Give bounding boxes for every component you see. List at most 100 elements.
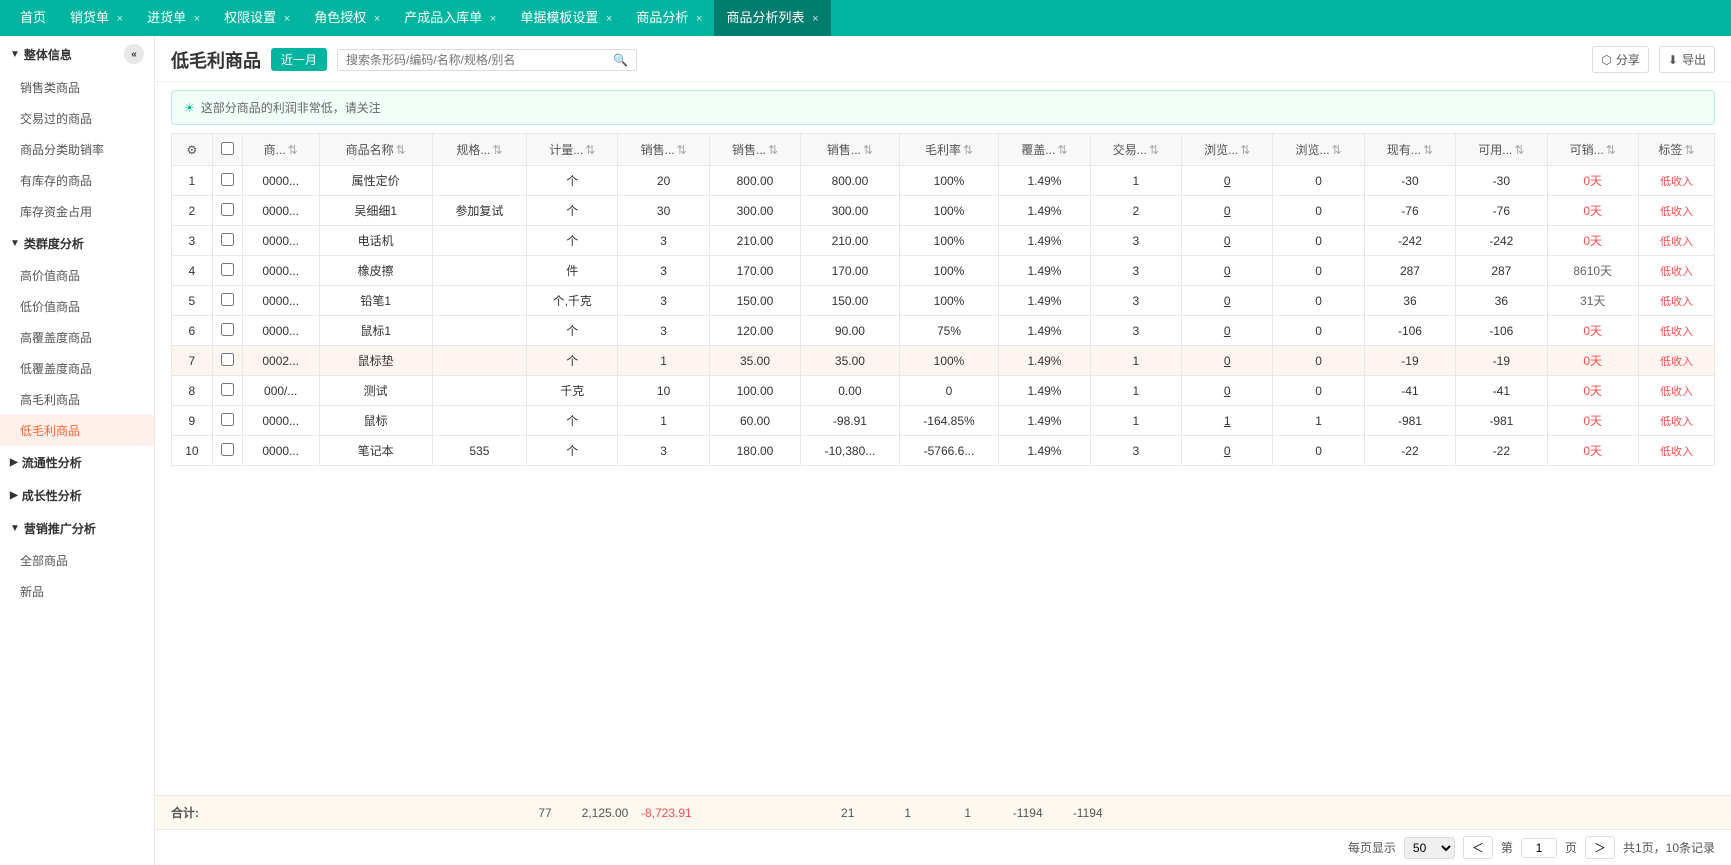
row-checkbox[interactable] — [212, 376, 242, 406]
close-sales-icon[interactable]: × — [117, 13, 123, 25]
th-code[interactable]: 商...⇅ — [242, 134, 319, 166]
th-browse1[interactable]: 浏览...⇅ — [1182, 134, 1273, 166]
collapse-sidebar-btn[interactable]: « — [124, 44, 144, 64]
nav-purchase[interactable]: 进货单 × — [135, 0, 212, 36]
th-tag[interactable]: 标签⇅ — [1638, 134, 1714, 166]
row-browse1[interactable]: 0 — [1182, 256, 1273, 286]
row-sales-qty: 1 — [618, 346, 709, 376]
row-browse1[interactable]: 0 — [1182, 376, 1273, 406]
row-checkbox[interactable] — [212, 346, 242, 376]
sidebar-group-overall[interactable]: ▼ 整体信息 « — [0, 36, 154, 72]
close-purchase-icon[interactable]: × — [194, 13, 200, 25]
nav-product-entry[interactable]: 产成品入库单 × — [392, 0, 508, 36]
row-sales-qty: 3 — [618, 256, 709, 286]
sidebar-item-new-products[interactable]: 新品 — [0, 576, 154, 607]
th-unit[interactable]: 计量...⇅ — [527, 134, 618, 166]
th-gross-margin[interactable]: 毛利率⇅ — [899, 134, 999, 166]
row-browse1[interactable]: 0 — [1182, 436, 1273, 466]
row-browse1[interactable]: 1 — [1182, 406, 1273, 436]
sidebar-group-marketing[interactable]: ▼ 营销推广分析 — [0, 512, 154, 545]
sidebar-item-sales-products[interactable]: 销售类商品 — [0, 72, 154, 103]
search-icon[interactable]: 🔍 — [613, 53, 628, 67]
close-permissions-icon[interactable]: × — [284, 13, 290, 25]
th-browse2[interactable]: 浏览...⇅ — [1273, 134, 1364, 166]
nav-home[interactable]: 首页 — [8, 0, 58, 36]
row-browse1[interactable]: 0 — [1182, 196, 1273, 226]
sidebar-item-traded-products[interactable]: 交易过的商品 — [0, 103, 154, 134]
row-select-checkbox[interactable] — [221, 413, 234, 426]
th-sales-price[interactable]: 销售...⇅ — [709, 134, 800, 166]
nav-product-analysis[interactable]: 商品分析 × — [624, 0, 714, 36]
sidebar-item-high-coverage[interactable]: 高覆盖度商品 — [0, 322, 154, 353]
row-checkbox[interactable] — [212, 196, 242, 226]
nav-roles[interactable]: 角色授权 × — [302, 0, 392, 36]
row-select-checkbox[interactable] — [221, 353, 234, 366]
row-select-checkbox[interactable] — [221, 263, 234, 276]
th-name[interactable]: 商品名称⇅ — [319, 134, 432, 166]
row-checkbox[interactable] — [212, 286, 242, 316]
th-checkbox[interactable] — [212, 134, 242, 166]
sidebar-item-low-value[interactable]: 低价值商品 — [0, 291, 154, 322]
select-all-checkbox[interactable] — [221, 142, 234, 155]
th-sales-qty[interactable]: 销售...⇅ — [618, 134, 709, 166]
sidebar-item-high-margin[interactable]: 高毛利商品 — [0, 384, 154, 415]
th-spec[interactable]: 规格...⇅ — [432, 134, 526, 166]
row-select-checkbox[interactable] — [221, 233, 234, 246]
sidebar-group-growth[interactable]: ▶ 成长性分析 — [0, 479, 154, 512]
row-browse1[interactable]: 0 — [1182, 226, 1273, 256]
share-button[interactable]: ⬡ 分享 — [1592, 46, 1649, 73]
search-box[interactable]: 🔍 — [337, 49, 637, 71]
search-input[interactable] — [346, 53, 613, 67]
sidebar-group-circulation[interactable]: ▶ 流通性分析 — [0, 446, 154, 479]
close-analysis-list-icon[interactable]: × — [812, 13, 818, 25]
row-checkbox[interactable] — [212, 316, 242, 346]
row-select-checkbox[interactable] — [221, 323, 234, 336]
row-checkbox[interactable] — [212, 436, 242, 466]
row-select-checkbox[interactable] — [221, 383, 234, 396]
nav-sales[interactable]: 销货单 × — [58, 0, 135, 36]
row-select-checkbox[interactable] — [221, 203, 234, 216]
nav-permissions[interactable]: 权限设置 × — [212, 0, 302, 36]
row-browse1[interactable]: 0 — [1182, 316, 1273, 346]
sidebar-item-stocked-products[interactable]: 有库存的商品 — [0, 165, 154, 196]
sidebar-item-high-value[interactable]: 高价值商品 — [0, 260, 154, 291]
close-roles-icon[interactable]: × — [374, 13, 380, 25]
row-browse1[interactable]: 0 — [1182, 286, 1273, 316]
row-browse1[interactable]: 0 — [1182, 166, 1273, 196]
th-sales-amount[interactable]: 销售...⇅ — [801, 134, 900, 166]
prev-page-button[interactable]: ＜ — [1463, 836, 1493, 859]
table-container[interactable]: ⚙ 商...⇅ 商品名称⇅ 规格...⇅ 计量...⇅ 销售...⇅ 销售...… — [155, 133, 1731, 795]
nav-template[interactable]: 单据模板设置 × — [508, 0, 624, 36]
row-checkbox[interactable] — [212, 226, 242, 256]
close-product-entry-icon[interactable]: × — [490, 13, 496, 25]
period-button[interactable]: 近一月 — [271, 48, 327, 71]
th-settings[interactable]: ⚙ — [172, 134, 213, 166]
sidebar-item-low-margin[interactable]: 低毛利商品 — [0, 415, 154, 446]
row-checkbox[interactable] — [212, 166, 242, 196]
export-button[interactable]: ⬇ 导出 — [1659, 46, 1715, 73]
page-number-input[interactable] — [1521, 838, 1557, 858]
row-checkbox[interactable] — [212, 406, 242, 436]
th-trade[interactable]: 交易...⇅ — [1090, 134, 1181, 166]
sidebar-item-category-rate[interactable]: 商品分类助销率 — [0, 134, 154, 165]
page-size-select[interactable]: 50 100 200 — [1404, 837, 1455, 859]
th-available[interactable]: 可用...⇅ — [1456, 134, 1547, 166]
sidebar-group-cluster[interactable]: ▼ 类群度分析 — [0, 227, 154, 260]
th-coverage[interactable]: 覆盖...⇅ — [999, 134, 1090, 166]
sidebar-item-capital-usage[interactable]: 库存资金占用 — [0, 196, 154, 227]
th-saleable[interactable]: 可销...⇅ — [1547, 134, 1638, 166]
table-row: 8 000/... 测试 千克 10 100.00 0.00 0 1.49% 1… — [172, 376, 1715, 406]
nav-product-analysis-list[interactable]: 商品分析列表 × — [714, 0, 830, 36]
sidebar-item-all-products[interactable]: 全部商品 — [0, 545, 154, 576]
close-analysis-icon[interactable]: × — [696, 13, 702, 25]
row-browse1[interactable]: 0 — [1182, 346, 1273, 376]
next-page-button[interactable]: ＞ — [1585, 836, 1615, 859]
sidebar-item-low-coverage[interactable]: 低覆盖度商品 — [0, 353, 154, 384]
row-select-checkbox[interactable] — [221, 443, 234, 456]
close-template-icon[interactable]: × — [606, 13, 612, 25]
th-current[interactable]: 现有...⇅ — [1364, 134, 1455, 166]
row-select-checkbox[interactable] — [221, 173, 234, 186]
row-tag: 低收入 — [1638, 346, 1714, 376]
row-select-checkbox[interactable] — [221, 293, 234, 306]
row-checkbox[interactable] — [212, 256, 242, 286]
